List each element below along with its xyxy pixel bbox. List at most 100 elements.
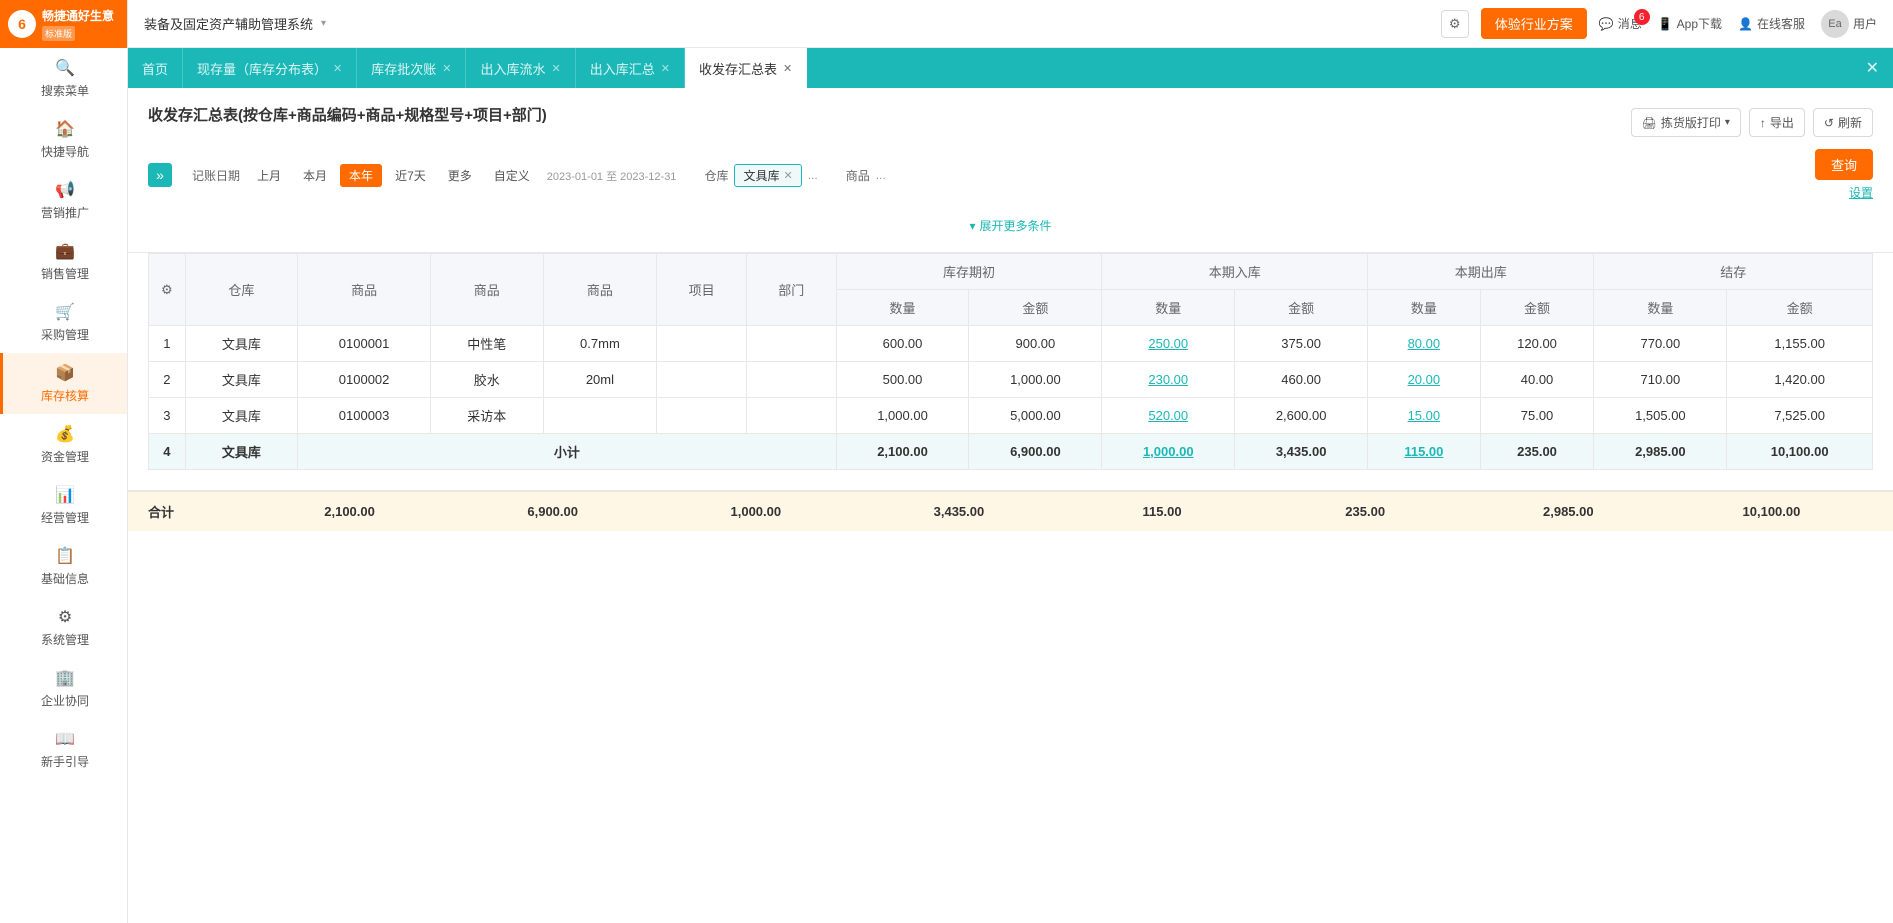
date-btn-custom[interactable]: 自定义 [485, 164, 539, 187]
tabbar-close-button[interactable]: ✕ [1852, 58, 1893, 78]
topbar: 装备及固定资产辅助管理系统 ▾ ⚙ 体验行业方案 💬 消息 6 📱 App下载 … [128, 0, 1893, 48]
sidebar-item-guide[interactable]: 📖新手引导 [0, 719, 127, 780]
row-no: 2 [149, 362, 186, 398]
tab-inout-flow[interactable]: 出入库流水✕ [466, 48, 575, 88]
tab-label: 现存量（库存分布表） [197, 59, 327, 78]
tab-close-icon[interactable]: ✕ [783, 62, 792, 75]
in-qty-link[interactable]: 250.00 [1148, 336, 1188, 351]
sub-bal-amt: 金额 [1727, 290, 1873, 326]
tab-collection-summary[interactable]: 收发存汇总表 ✕ [685, 48, 807, 88]
row-in-amt: 375.00 [1235, 326, 1368, 362]
sidebar-item-label: 系统管理 [41, 631, 89, 648]
chevron-down-icon: ▾ [1725, 117, 1730, 128]
row-in-amt: 2,600.00 [1235, 398, 1368, 434]
warehouse-tag-close-icon[interactable]: ✕ [783, 169, 792, 182]
col-inbound: 本期入库 [1102, 254, 1368, 290]
sub-bal-amt: 10,100.00 [1727, 434, 1873, 470]
sub-in-amt: 金额 [1235, 290, 1368, 326]
warehouse-more-button[interactable]: ... [808, 168, 818, 182]
search-icon: 🔍 [55, 58, 75, 78]
date-btn-7days[interactable]: 近7天 [386, 164, 435, 187]
tab-label: 收发存汇总表 [699, 59, 777, 78]
table-header-row: ⚙ 仓库 商品 商品 商品 项目 部门 库存期初 本期入库 本期出库 结存 [149, 254, 1873, 290]
date-range: 2023-01-01 至 2023-12-31 [547, 168, 677, 184]
phone-icon: 📱 [1658, 17, 1673, 31]
sidebar-item-inventory[interactable]: 📦库存核算 [0, 353, 127, 414]
sidebar-item-label: 销售管理 [41, 265, 89, 282]
query-button[interactable]: 查询 [1815, 149, 1873, 180]
sidebar-item-label: 搜索菜单 [41, 82, 89, 99]
sidebar-item-basic[interactable]: 📋基础信息 [0, 536, 127, 597]
row-warehouse: 文具库 [185, 326, 298, 362]
export-button[interactable]: ↑ 导出 [1749, 108, 1805, 137]
in-qty-link[interactable]: 230.00 [1148, 372, 1188, 387]
print-button[interactable]: 🖨 拣货版打印 ▾ [1631, 108, 1741, 137]
col-outbound: 本期出库 [1368, 254, 1594, 290]
expand-more-button[interactable]: ▾ 展开更多条件 [969, 217, 1051, 234]
tab-inventory-dist[interactable]: 现存量（库存分布表） ✕ [183, 48, 357, 88]
sidebar-item-system[interactable]: ⚙ 系统管理 [0, 597, 127, 658]
sub-opening-amt: 金额 [969, 290, 1102, 326]
sub-out-qty-link[interactable]: 115.00 [1404, 444, 1443, 459]
sidebar-item-purchase[interactable]: 🛒 采购管理 [0, 292, 127, 353]
date-btn-this-year[interactable]: 本年 [340, 164, 382, 187]
quick-nav-icon: 🏠 [55, 119, 75, 139]
tab-close-icon[interactable]: ✕ [333, 62, 342, 75]
row-in-qty[interactable]: 230.00 [1102, 362, 1235, 398]
app-download-button[interactable]: 📱 App下载 [1658, 15, 1722, 32]
user-button[interactable]: Ea 用户 [1821, 10, 1877, 38]
settings-link[interactable]: 设置 [1849, 184, 1873, 201]
row-warehouse: 文具库 [185, 362, 298, 398]
refresh-button[interactable]: ↺ 刷新 [1813, 108, 1873, 137]
tab-close-icon[interactable]: ✕ [552, 62, 561, 75]
product-more-button[interactable]: ... [876, 168, 886, 182]
out-qty-link[interactable]: 20.00 [1408, 372, 1441, 387]
sidebar-item-sales[interactable]: 💼销售管理 [0, 231, 127, 292]
service-icon: 👤 [1738, 17, 1753, 31]
sidebar-item-operations[interactable]: 📊经营管理 [0, 475, 127, 536]
row-spec [543, 398, 657, 434]
row-out-qty[interactable]: 20.00 [1368, 362, 1481, 398]
row-bal-amt: 1,420.00 [1727, 362, 1873, 398]
sub-bal-qty: 数量 [1594, 290, 1727, 326]
in-qty-link[interactable]: 520.00 [1148, 408, 1188, 423]
out-qty-link[interactable]: 80.00 [1408, 336, 1441, 351]
purchase-icon: 🛒 [55, 302, 75, 322]
sidebar-item-marketing[interactable]: 📢营销推广 [0, 170, 127, 231]
row-out-qty[interactable]: 80.00 [1368, 326, 1481, 362]
row-out-qty[interactable]: 15.00 [1368, 398, 1481, 434]
trial-button[interactable]: 体验行业方案 [1481, 8, 1587, 39]
sidebar-item-enterprise[interactable]: 🏢企业协同 [0, 658, 127, 719]
tab-home[interactable]: 首页 [128, 48, 183, 88]
sidebar-item-quick-nav[interactable]: 🏠快捷导航 [0, 109, 127, 170]
row-project [657, 326, 747, 362]
table-row: 1 文具库 0100001 中性笔 0.7mm 600.00 900.00 25… [149, 326, 1873, 362]
sidebar-item-label: 采购管理 [41, 326, 89, 343]
sub-warehouse: 文具库 [185, 434, 298, 470]
sidebar-item-finance[interactable]: 💰资金管理 [0, 414, 127, 475]
tab-inout-summary[interactable]: 出入库汇总✕ [576, 48, 685, 88]
system-icon: ⚙ [58, 607, 72, 627]
tab-close-icon[interactable]: ✕ [442, 62, 451, 75]
tab-batch[interactable]: 库存批次账✕ [357, 48, 466, 88]
online-service-button[interactable]: 👤 在线客服 [1738, 15, 1805, 32]
sub-no: 4 [149, 434, 186, 470]
total-open-amt: 6,900.00 [451, 504, 654, 519]
message-button[interactable]: 💬 消息 6 [1599, 15, 1642, 32]
total-out-amt: 235.00 [1264, 504, 1467, 519]
date-btn-last-month[interactable]: 上月 [248, 164, 290, 187]
sidebar-item-search[interactable]: 🔍 搜索菜单 [0, 48, 127, 109]
tab-close-icon[interactable]: ✕ [661, 62, 670, 75]
row-in-qty[interactable]: 520.00 [1102, 398, 1235, 434]
date-btn-this-month[interactable]: 本月 [294, 164, 336, 187]
data-table: ⚙ 仓库 商品 商品 商品 项目 部门 库存期初 本期入库 本期出库 结存 [148, 253, 1873, 470]
col-settings-icon[interactable]: ⚙ [149, 254, 186, 326]
warehouse-tag[interactable]: 文具库 ✕ [734, 164, 801, 187]
out-qty-link[interactable]: 15.00 [1408, 408, 1441, 423]
date-btn-more[interactable]: 更多 [439, 164, 481, 187]
row-bal-qty: 1,505.00 [1594, 398, 1727, 434]
sub-in-qty-link[interactable]: 1,000.00 [1143, 444, 1194, 459]
filter-toggle-button[interactable]: » [148, 163, 172, 187]
topbar-settings-button[interactable]: ⚙ [1441, 10, 1469, 38]
row-in-qty[interactable]: 250.00 [1102, 326, 1235, 362]
